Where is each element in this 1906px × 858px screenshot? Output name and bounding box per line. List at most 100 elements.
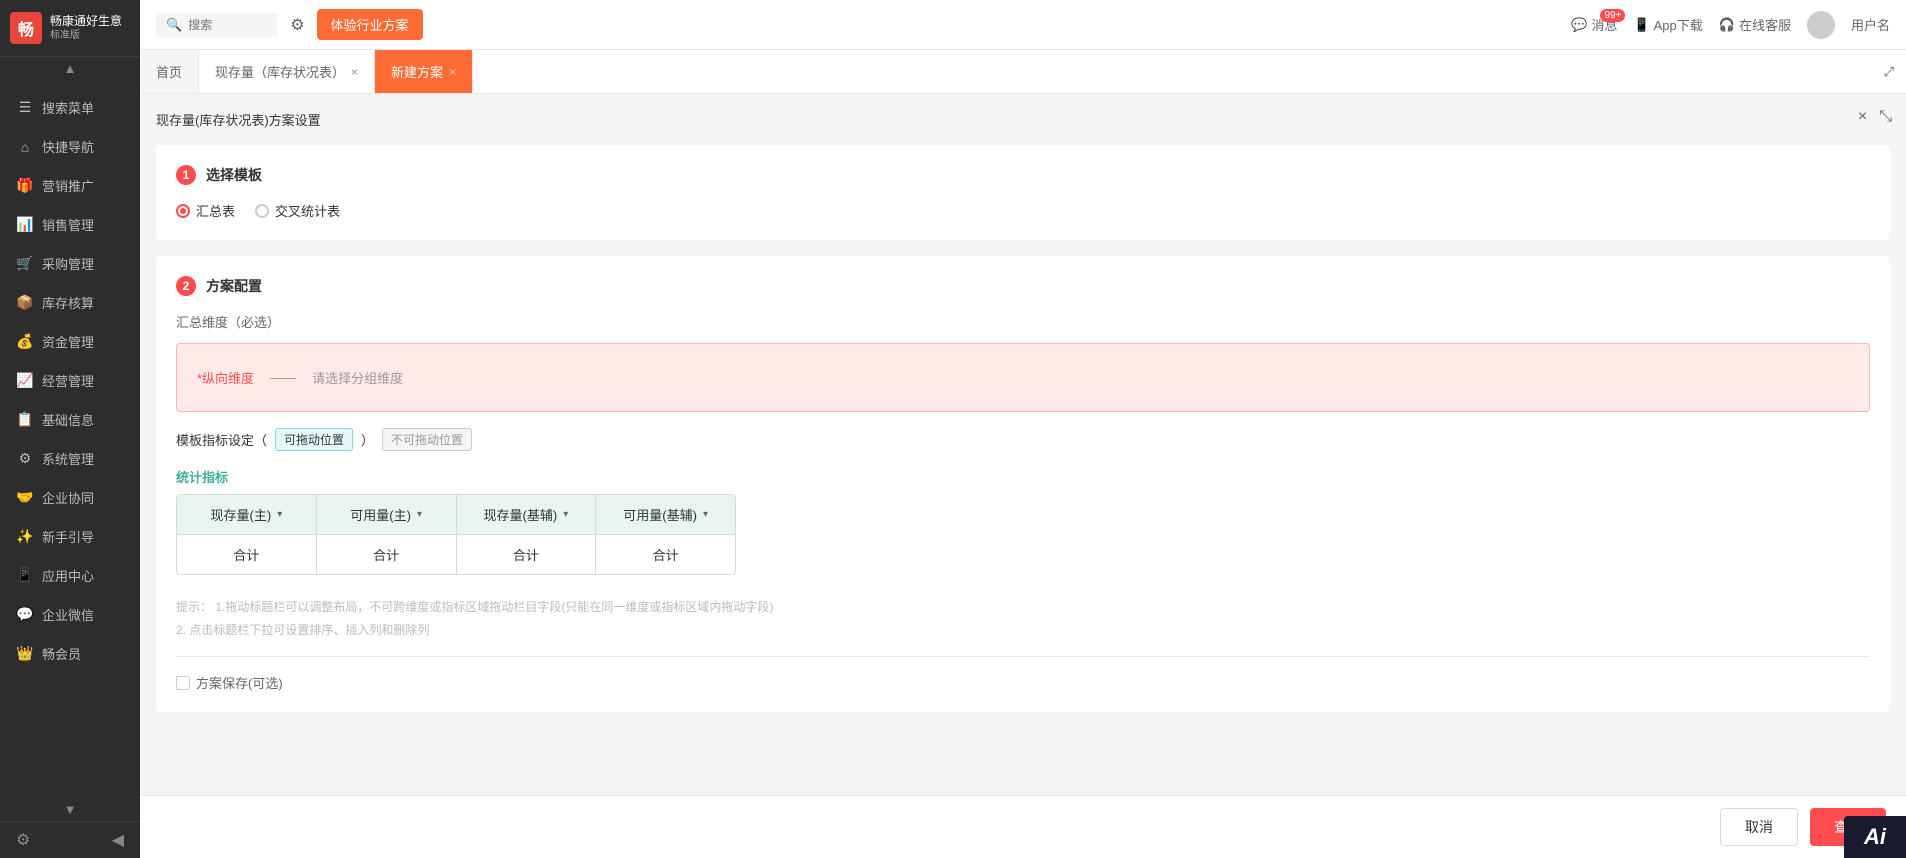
new-plan-tab-close[interactable]: × <box>449 65 456 79</box>
step2-header: 2 方案配置 <box>176 276 1870 296</box>
stats-header-cell-4[interactable]: 可用量(基辅) ▾ <box>596 495 735 535</box>
stats-body-cell-1: 合计 <box>177 535 316 574</box>
stats-header-cell-1[interactable]: 现存量(主) ▾ <box>177 495 316 535</box>
avatar[interactable] <box>1807 11 1835 39</box>
logo-text: 畅康通好生意 标准版 <box>50 14 122 43</box>
sidebar-item-member[interactable]: 👑 畅会员 <box>0 634 140 673</box>
system-icon: ⚙ <box>16 450 34 468</box>
stats-col-4: 可用量(基辅) ▾ 合计 <box>596 495 735 574</box>
sidebar-nav: ☰ 搜索菜单 ⌂ 快捷导航 🎁 营销推广 📊 销售管理 🛒 采购管理 📦 库存核… <box>0 80 140 798</box>
settings-icon[interactable]: ⚙ <box>16 830 30 850</box>
expand-icon: ⤢ <box>1884 64 1894 80</box>
step2-badge: 2 <box>176 276 196 296</box>
indicator-closing: ） <box>361 430 374 449</box>
tab-inventory-status[interactable]: 现存量（库存状况表） × <box>199 50 375 93</box>
radio-summary[interactable]: 汇总表 <box>176 201 235 220</box>
main-content: 🔍 ⚙ 体验行业方案 💬 消息 99+ 📱 App下载 🎧 在线客服 用户名 <box>140 0 1906 858</box>
headset-icon: 🎧 <box>1719 17 1735 33</box>
topbar-search-box[interactable]: 🔍 <box>156 13 278 37</box>
radio-cross[interactable]: 交叉统计表 <box>255 201 340 220</box>
sidebar-scroll-up[interactable]: ▲ <box>0 57 140 80</box>
sidebar-item-basic-info[interactable]: 📋 基础信息 <box>0 400 140 439</box>
sidebar-item-quick-nav[interactable]: ⌂ 快捷导航 <box>0 127 140 166</box>
purchase-icon: 🛒 <box>16 255 34 273</box>
stats-col-2: 可用量(主) ▾ 合计 <box>317 495 457 574</box>
member-icon: 👑 <box>16 645 34 663</box>
dimension-row: *纵向维度 —— 请选择分组维度 <box>197 368 1849 387</box>
radio-summary-circle[interactable] <box>176 204 190 218</box>
username-label[interactable]: 用户名 <box>1851 15 1890 34</box>
agg-label: 汇总维度（必选） <box>176 312 1870 331</box>
stats-col-3: 现存量(基辅) ▾ 合计 <box>457 495 597 574</box>
search-icon: 🔍 <box>166 17 182 33</box>
topbar-right: 💬 消息 99+ 📱 App下载 🎧 在线客服 用户名 <box>1571 11 1890 39</box>
radio-cross-circle[interactable] <box>255 204 269 218</box>
indicator-settings: 模板指标设定（ 可拖动位置 ） 不可拖动位置 <box>176 428 1870 451</box>
search-input[interactable] <box>188 18 268 32</box>
dimension-area[interactable]: *纵向维度 —— 请选择分组维度 <box>176 343 1870 412</box>
message-button[interactable]: 💬 消息 99+ <box>1571 15 1617 34</box>
sidebar-item-purchase[interactable]: 🛒 采购管理 <box>0 244 140 283</box>
cta-button[interactable]: 体验行业方案 <box>317 9 423 40</box>
online-service-button[interactable]: 🎧 在线客服 <box>1719 15 1791 34</box>
sidebar-item-system[interactable]: ⚙ 系统管理 <box>0 439 140 478</box>
step1-card: 1 选择模板 汇总表 交叉统计表 <box>156 145 1890 240</box>
topbar: 🔍 ⚙ 体验行业方案 💬 消息 99+ 📱 App下载 🎧 在线客服 用户名 <box>140 0 1906 50</box>
sidebar-item-guide[interactable]: ✨ 新手引导 <box>0 517 140 556</box>
sidebar-scroll-down[interactable]: ▼ <box>0 798 140 821</box>
step1-title: 选择模板 <box>206 165 262 185</box>
step1-badge: 1 <box>176 165 196 185</box>
audio-icon[interactable]: ◀ <box>112 830 124 850</box>
col2-chevron-icon[interactable]: ▾ <box>417 509 422 520</box>
cooperation-icon: 🤝 <box>16 489 34 507</box>
step2-title: 方案配置 <box>206 276 262 296</box>
message-icon: 💬 <box>1571 17 1587 33</box>
sidebar-item-marketing[interactable]: 🎁 营销推广 <box>0 166 140 205</box>
col3-chevron-icon[interactable]: ▾ <box>563 509 568 520</box>
panel-controls: × ⤡ <box>1856 106 1894 128</box>
gear-icon[interactable]: ⚙ <box>290 15 304 35</box>
sidebar-item-sales[interactable]: 📊 销售管理 <box>0 205 140 244</box>
stats-col-1: 现存量(主) ▾ 合计 <box>177 495 317 574</box>
radio-summary-label: 汇总表 <box>196 201 235 220</box>
sidebar-item-wechat[interactable]: 💬 企业微信 <box>0 595 140 634</box>
sidebar-item-search-menu[interactable]: ☰ 搜索菜单 <box>0 88 140 127</box>
step2-card: 2 方案配置 汇总维度（必选） *纵向维度 —— 请选择分组维度 模板指标设定（… <box>156 256 1890 712</box>
stats-header-cell-3[interactable]: 现存量(基辅) ▾ <box>457 495 596 535</box>
guide-icon: ✨ <box>16 528 34 546</box>
dimension-required-star: *纵向维度 <box>197 368 254 387</box>
wechat-icon: 💬 <box>16 606 34 624</box>
stats-header-cell-2[interactable]: 可用量(主) ▾ <box>317 495 456 535</box>
col1-chevron-icon[interactable]: ▾ <box>277 509 282 520</box>
sidebar-item-cooperation[interactable]: 🤝 企业协同 <box>0 478 140 517</box>
tabs-bar: 首页 现存量（库存状况表） × 新建方案 × ⤢ <box>140 50 1906 94</box>
sidebar: 畅 畅康通好生意 标准版 ▲ ☰ 搜索菜单 ⌂ 快捷导航 🎁 营销推广 📊 销售… <box>0 0 140 858</box>
sidebar-bottom: ⚙ ◀ <box>0 821 140 858</box>
panel-expand-button[interactable]: ⤡ <box>1877 106 1894 128</box>
dimension-placeholder[interactable]: 请选择分组维度 <box>312 368 403 387</box>
tabs-expand-button[interactable]: ⤢ <box>1872 64 1906 80</box>
app-download-button[interactable]: 📱 App下载 <box>1633 15 1702 34</box>
sidebar-item-inventory[interactable]: 📦 库存核算 <box>0 283 140 322</box>
col4-chevron-icon[interactable]: ▾ <box>703 509 708 520</box>
content-area: × ⤡ 现存量(库存状况表)方案设置 1 选择模板 汇总表 交叉统 <box>140 94 1906 795</box>
inventory-status-tab-label: 现存量（库存状况表） <box>215 62 345 81</box>
step1-header: 1 选择模板 <box>176 165 1870 185</box>
sidebar-item-operation[interactable]: 📈 经营管理 <box>0 361 140 400</box>
hint2: 2. 点击标题栏下拉可设置排序、插入列和删除列 <box>176 621 1870 640</box>
sidebar-item-app-center[interactable]: 📱 应用中心 <box>0 556 140 595</box>
stats-body-cell-2: 合计 <box>317 535 456 574</box>
save-checkbox[interactable] <box>176 676 190 690</box>
sidebar-item-finance[interactable]: 💰 资金管理 <box>0 322 140 361</box>
ai-badge: Ai <box>1844 816 1906 858</box>
tab-home[interactable]: 首页 <box>140 50 199 93</box>
dimension-dash: —— <box>270 370 296 385</box>
indicator-label: 模板指标设定（ <box>176 430 267 449</box>
inventory-status-tab-close[interactable]: × <box>351 65 358 79</box>
indicator-movable-badge: 可拖动位置 <box>275 428 353 451</box>
finance-icon: 💰 <box>16 333 34 351</box>
panel-close-button[interactable]: × <box>1856 106 1869 128</box>
tab-new-plan[interactable]: 新建方案 × <box>375 50 473 93</box>
cancel-button[interactable]: 取消 <box>1720 808 1798 846</box>
footer-bar: 取消 查询 <box>140 795 1906 858</box>
